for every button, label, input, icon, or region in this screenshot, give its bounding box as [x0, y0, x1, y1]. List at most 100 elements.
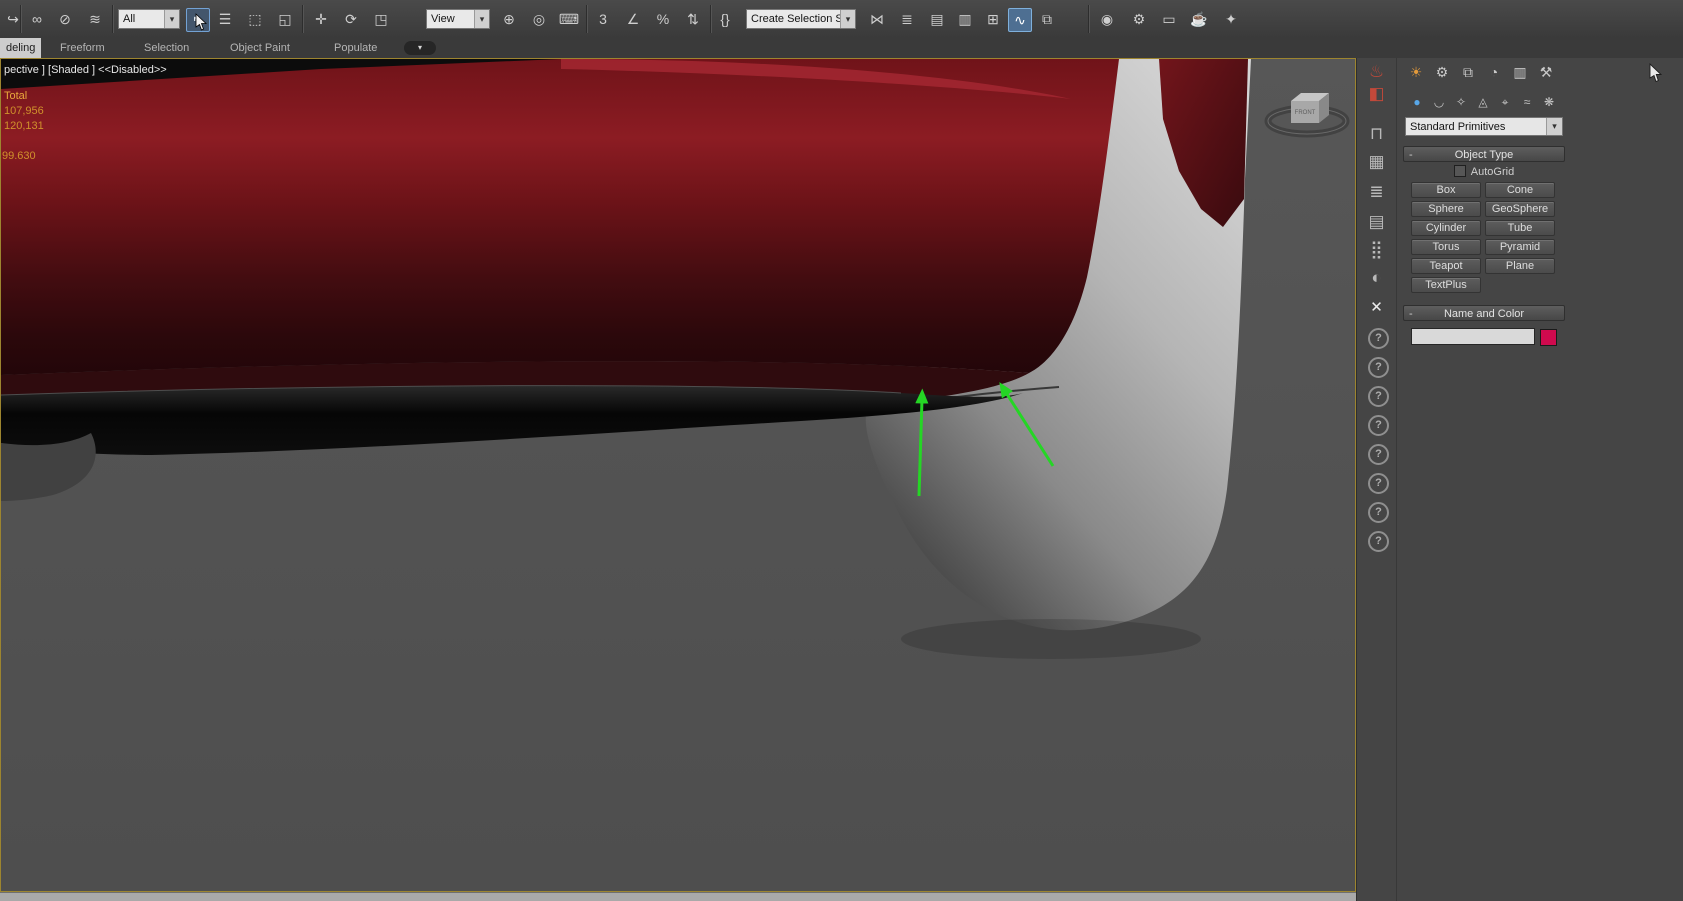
create-tab-icon[interactable]: ☀ [1405, 62, 1427, 82]
measure-icon[interactable]: ⊓ [1357, 124, 1396, 144]
schematic-view-icon[interactable]: ⧉ [1036, 8, 1058, 30]
autogrid-label: AutoGrid [1470, 166, 1515, 178]
selection-region-icon[interactable]: ⬚ [244, 8, 266, 30]
keyboard-override-icon[interactable]: ⌨ [558, 8, 580, 30]
geosphere-button[interactable]: GeoSphere [1485, 201, 1555, 217]
help-icon[interactable]: ? [1368, 502, 1389, 523]
hierarchy-tab-icon[interactable]: ⧉ [1457, 62, 1479, 82]
fender-ground-shadow [901, 619, 1201, 659]
layers-icon[interactable]: ≣ [1357, 182, 1396, 202]
toolbar-separator [1088, 5, 1090, 33]
systems-icon[interactable]: ❋ [1539, 93, 1559, 111]
main-toolbar: ↪ ∞ ⊘ ≋ All ▾ ↖ ☰ ⬚ ◱ ✛ ⟳ ◳ View ▾ ⊕ ◎ ⌨… [0, 0, 1683, 39]
array-dots-icon[interactable]: ⣿ [1357, 240, 1396, 260]
shapes-icon[interactable]: ◡ [1429, 93, 1449, 111]
helpers-icon[interactable]: ⌖ [1495, 93, 1515, 111]
help-icon[interactable]: ? [1368, 415, 1389, 436]
pattern-icon[interactable]: ▤ [1357, 212, 1396, 232]
align-icon[interactable]: ≣ [896, 8, 918, 30]
pyramid-button[interactable]: Pyramid [1485, 239, 1555, 255]
help-icon[interactable]: ? [1368, 386, 1389, 407]
spacewarps-icon[interactable]: ≈ [1517, 93, 1537, 111]
select-and-move-icon[interactable]: ✛ [310, 8, 332, 30]
render-setup-icon[interactable]: ⚙ [1128, 8, 1150, 30]
reference-coordinate-dropdown[interactable]: View ▾ [426, 9, 490, 29]
cone-button[interactable]: Cone [1485, 182, 1555, 198]
motion-tab-icon[interactable]: ◔ [1483, 62, 1505, 82]
select-and-link-icon[interactable]: ∞ [26, 8, 48, 30]
ribbon-config-dropdown[interactable]: ▾ [404, 41, 436, 55]
sphere-button[interactable]: Sphere [1411, 201, 1481, 217]
viewport-side-toolbar: ♨ ◧ ⊓ ▦ ≣ ▤ ⣿ ◐ ✕ ? ? ? ? ? ? ? ? [1356, 58, 1397, 901]
display-tab-icon[interactable]: ▥ [1509, 62, 1531, 82]
help-icon[interactable]: ? [1368, 531, 1389, 552]
ribbon-tab-modeling[interactable]: deling [0, 38, 42, 58]
lights-icon[interactable]: ✧ [1451, 93, 1471, 111]
help-icon[interactable]: ? [1368, 357, 1389, 378]
layer-manager-icon[interactable]: ▥ [954, 8, 976, 30]
object-type-rollout-header[interactable]: - Object Type [1403, 146, 1565, 162]
autogrid-row: AutoGrid [1397, 165, 1571, 178]
chevron-down-icon: ▾ [164, 10, 179, 28]
textplus-button[interactable]: TextPlus [1411, 277, 1481, 293]
spinner-snap-icon[interactable]: ⇅ [682, 8, 704, 30]
torus-button[interactable]: Torus [1411, 239, 1481, 255]
help-icon[interactable]: ? [1368, 473, 1389, 494]
unlink-selection-icon[interactable]: ⊘ [54, 8, 76, 30]
render-iterative-icon[interactable]: ✦ [1220, 8, 1242, 30]
ribbon-tab-freeform[interactable]: Freeform [52, 38, 113, 58]
help-icon[interactable]: ? [1368, 328, 1389, 349]
use-pivot-center-icon[interactable]: ⊕ [498, 8, 520, 30]
material-editor-icon[interactable]: ◉ [1096, 8, 1118, 30]
select-by-name-icon[interactable]: ☰ [214, 8, 236, 30]
snaps-toggle-icon[interactable]: 3 [592, 8, 614, 30]
checker-map-icon[interactable]: ▦ [1357, 152, 1396, 172]
angle-snap-icon[interactable]: ∠ [622, 8, 644, 30]
perspective-viewport[interactable]: FRONT pective ] [Shaded ] <<Disabled>> T… [0, 58, 1356, 892]
select-cursor-icon [1649, 63, 1663, 83]
window-crossing-icon[interactable]: ◱ [274, 8, 296, 30]
plane-button[interactable]: Plane [1485, 258, 1555, 274]
object-name-field[interactable] [1411, 328, 1535, 345]
selection-filter-dropdown[interactable]: All ▾ [118, 9, 180, 29]
autogrid-checkbox[interactable] [1453, 165, 1466, 177]
mirror-icon[interactable]: ⋈ [866, 8, 888, 30]
object-color-swatch[interactable] [1540, 329, 1557, 346]
geometry-icon[interactable]: ● [1407, 93, 1427, 111]
cameras-icon[interactable]: ◬ [1473, 93, 1493, 111]
select-and-scale-icon[interactable]: ◳ [370, 8, 392, 30]
cylinder-button[interactable]: Cylinder [1411, 220, 1481, 236]
box-button[interactable]: Box [1411, 182, 1481, 198]
primitive-category-dropdown[interactable]: Standard Primitives ▾ [1405, 117, 1563, 136]
stats-verts-value: 120,131 [4, 120, 44, 132]
teapot-button[interactable]: Teapot [1411, 258, 1481, 274]
sphere-shade-icon[interactable]: ◐ [1357, 268, 1396, 288]
paint-fill-icon[interactable]: ◧ [1357, 84, 1396, 104]
utilities-tab-icon[interactable]: ⚒ [1535, 62, 1557, 82]
chevron-down-icon: ▾ [1546, 118, 1562, 135]
curve-editor-icon[interactable]: ∿ [1008, 8, 1032, 32]
close-icon[interactable]: ✕ [1357, 298, 1396, 318]
help-icon[interactable]: ? [1368, 444, 1389, 465]
render-production-icon[interactable]: ☕ [1188, 8, 1210, 30]
teapot-icon[interactable]: ♨ [1357, 62, 1396, 82]
toolbar-separator [586, 5, 588, 33]
select-and-manipulate-icon[interactable]: ◎ [528, 8, 550, 30]
ribbon-toggle-icon[interactable]: ⊞ [982, 8, 1004, 30]
bind-to-spacewarp-icon[interactable]: ≋ [84, 8, 106, 30]
named-selection-set-dropdown[interactable]: Create Selection Se ▾ [746, 9, 856, 29]
select-and-rotate-icon[interactable]: ⟳ [340, 8, 362, 30]
object-type-title: Object Type [1454, 149, 1514, 161]
scene-explorer-icon[interactable]: ▤ [926, 8, 948, 30]
tube-button[interactable]: Tube [1485, 220, 1555, 236]
edit-named-selections-icon[interactable]: {} [714, 8, 736, 30]
ribbon-tab-populate[interactable]: Populate [326, 38, 385, 58]
modify-tab-icon[interactable]: ⚙ [1431, 62, 1453, 82]
rendered-frame-icon[interactable]: ▭ [1158, 8, 1180, 30]
ribbon-tab-bar: deling Freeform Selection Object Paint P… [0, 38, 1683, 59]
ribbon-tab-object-paint[interactable]: Object Paint [222, 38, 298, 58]
viewport-label[interactable]: pective ] [Shaded ] <<Disabled>> [4, 64, 167, 76]
name-color-rollout-header[interactable]: - Name and Color [1403, 305, 1565, 321]
percent-snap-icon[interactable]: % [652, 8, 674, 30]
ribbon-tab-selection[interactable]: Selection [136, 38, 197, 58]
